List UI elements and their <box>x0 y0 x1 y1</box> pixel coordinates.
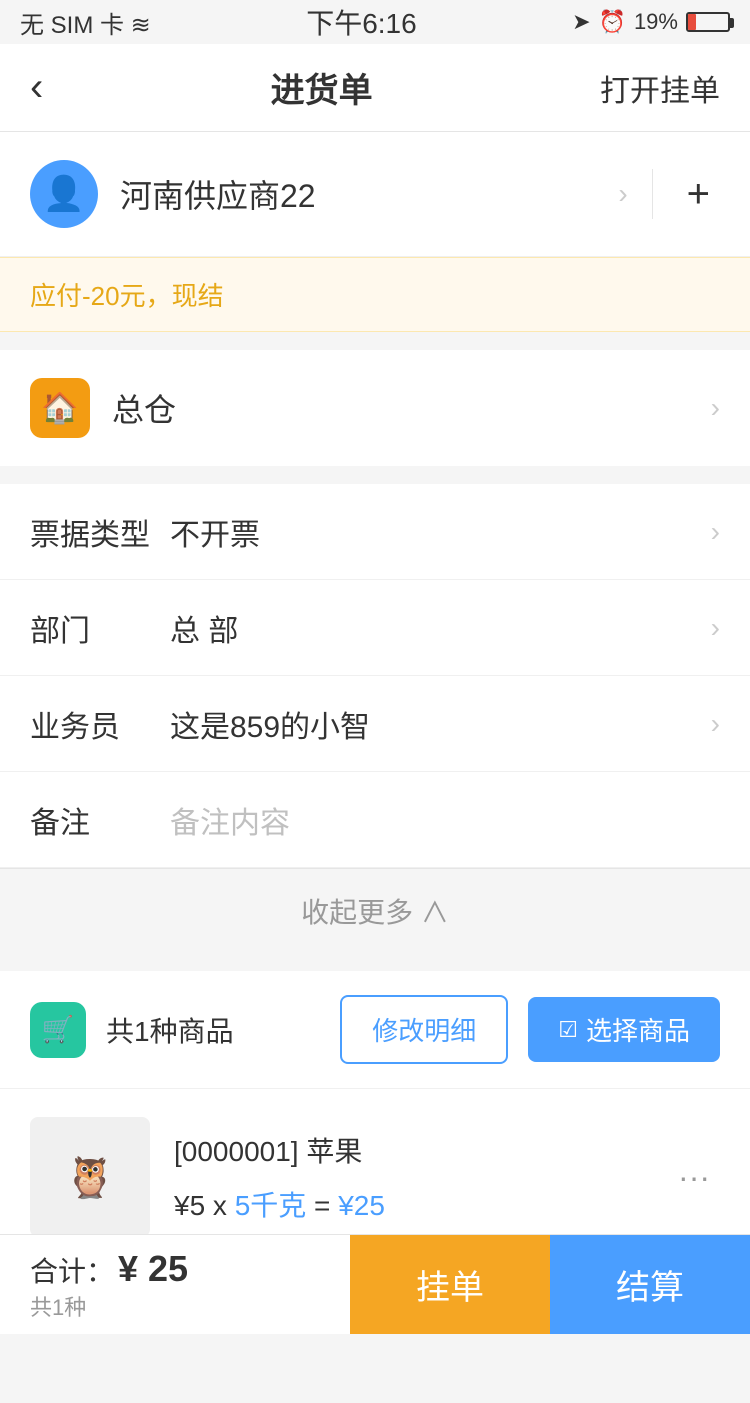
owl-logo-icon: 🦉 <box>65 1154 115 1201</box>
signal-text: 无 SIM 卡 ≋ <box>20 5 151 40</box>
product-qty: 5千克 <box>235 1190 307 1221</box>
salesperson-value: 这是859的小智 <box>170 702 711 746</box>
select-product-label: 选择商品 <box>586 1011 690 1048</box>
chevron-right-icon: › <box>618 178 627 210</box>
product-price: ¥5 x 5千克 = ¥25 <box>174 1184 644 1224</box>
warehouse-name: 总仓 <box>112 385 711 431</box>
warehouse-section: 🏠 总仓 › <box>0 350 750 466</box>
select-product-button[interactable]: ☑ 选择商品 <box>528 997 720 1062</box>
product-total: ¥25 <box>338 1190 385 1221</box>
bottom-bar: 合计： ¥ 25 共1种 挂单 结算 <box>0 1234 750 1334</box>
avatar-icon: 👤 <box>43 174 85 214</box>
salesperson-label: 业务员 <box>30 702 170 746</box>
back-button[interactable]: ‹ <box>30 65 43 110</box>
warehouse-chevron-icon: › <box>711 392 720 424</box>
status-left: 无 SIM 卡 ≋ <box>20 5 151 40</box>
products-header: 🛒 共1种商品 修改明细 ☑ 选择商品 <box>0 971 750 1089</box>
cart-icon: 🛒 <box>42 1014 74 1045</box>
product-thumbnail: 🦉 <box>30 1117 150 1237</box>
product-name: [0000001] 苹果 <box>174 1130 644 1170</box>
supplier-divider <box>652 169 653 219</box>
price-per-unit: ¥5 x <box>174 1190 235 1221</box>
products-section: 🛒 共1种商品 修改明细 ☑ 选择商品 🦉 [0000001] 苹果 ¥5 x … <box>0 971 750 1265</box>
total-label: 合计： <box>30 1250 114 1290</box>
battery-percent: 19% <box>634 9 678 35</box>
department-chevron-icon: › <box>711 612 720 644</box>
supplier-section: 👤 河南供应商22 › + 应付-20元，现结 <box>0 132 750 332</box>
remark-label: 备注 <box>30 798 170 842</box>
invoice-chevron-icon: › <box>711 516 720 548</box>
battery-icon <box>686 12 730 32</box>
hold-button[interactable]: 挂单 <box>350 1235 550 1334</box>
supplier-avatar: 👤 <box>30 160 98 228</box>
product-count-label: 共1种商品 <box>106 1010 320 1050</box>
salesperson-chevron-icon: › <box>711 708 720 740</box>
remark-placeholder: 备注内容 <box>170 798 720 842</box>
status-right: ➤ ⏰ 19% <box>572 9 730 35</box>
department-label: 部门 <box>30 606 170 650</box>
supplier-notice: 应付-20元，现结 <box>0 257 750 332</box>
status-time: 下午6:16 <box>306 2 417 42</box>
status-bar: 无 SIM 卡 ≋ 下午6:16 ➤ ⏰ 19% <box>0 0 750 44</box>
open-hold-button[interactable]: 打开挂单 <box>600 66 720 110</box>
location-icon: ➤ <box>572 9 590 35</box>
invoice-label: 票据类型 <box>30 510 170 554</box>
total-amount: ¥ 25 <box>118 1248 188 1290</box>
collapse-label: 收起更多 ∧ <box>301 897 449 928</box>
total-count: 共1种 <box>30 1290 320 1322</box>
nav-bar: ‹ 进货单 打开挂单 <box>0 44 750 132</box>
page-title: 进货单 <box>271 63 373 112</box>
warehouse-row[interactable]: 🏠 总仓 › <box>0 350 750 466</box>
edit-detail-button[interactable]: 修改明细 <box>340 995 508 1064</box>
department-row[interactable]: 部门 总 部 › <box>0 580 750 676</box>
form-section: 票据类型 不开票 › 部门 总 部 › 业务员 这是859的小智 › 备注 备注… <box>0 484 750 953</box>
department-value: 总 部 <box>170 606 711 650</box>
remark-row[interactable]: 备注 备注内容 <box>0 772 750 868</box>
warehouse-icon-wrap: 🏠 <box>30 378 90 438</box>
salesperson-row[interactable]: 业务员 这是859的小智 › <box>0 676 750 772</box>
product-info: [0000001] 苹果 ¥5 x 5千克 = ¥25 <box>174 1130 644 1224</box>
collapse-row[interactable]: 收起更多 ∧ <box>0 868 750 953</box>
checkout-button[interactable]: 结算 <box>550 1235 750 1334</box>
supplier-row[interactable]: 👤 河南供应商22 › + <box>0 132 750 257</box>
total-section: 合计： ¥ 25 共1种 <box>0 1235 350 1334</box>
total-row: 合计： ¥ 25 <box>30 1248 320 1290</box>
product-more-button[interactable]: ··· <box>668 1149 720 1206</box>
add-supplier-button[interactable]: + <box>677 172 720 217</box>
invoice-value: 不开票 <box>170 510 711 554</box>
product-count-icon: 🛒 <box>30 1002 86 1058</box>
product-code: [0000001] 苹果 <box>174 1136 362 1167</box>
select-product-icon: ☑ <box>558 1017 578 1043</box>
alarm-icon: ⏰ <box>599 9 626 35</box>
supplier-name: 河南供应商22 <box>120 171 618 217</box>
warehouse-icon: 🏠 <box>41 391 78 426</box>
invoice-row[interactable]: 票据类型 不开票 › <box>0 484 750 580</box>
price-equals: = <box>306 1190 338 1221</box>
